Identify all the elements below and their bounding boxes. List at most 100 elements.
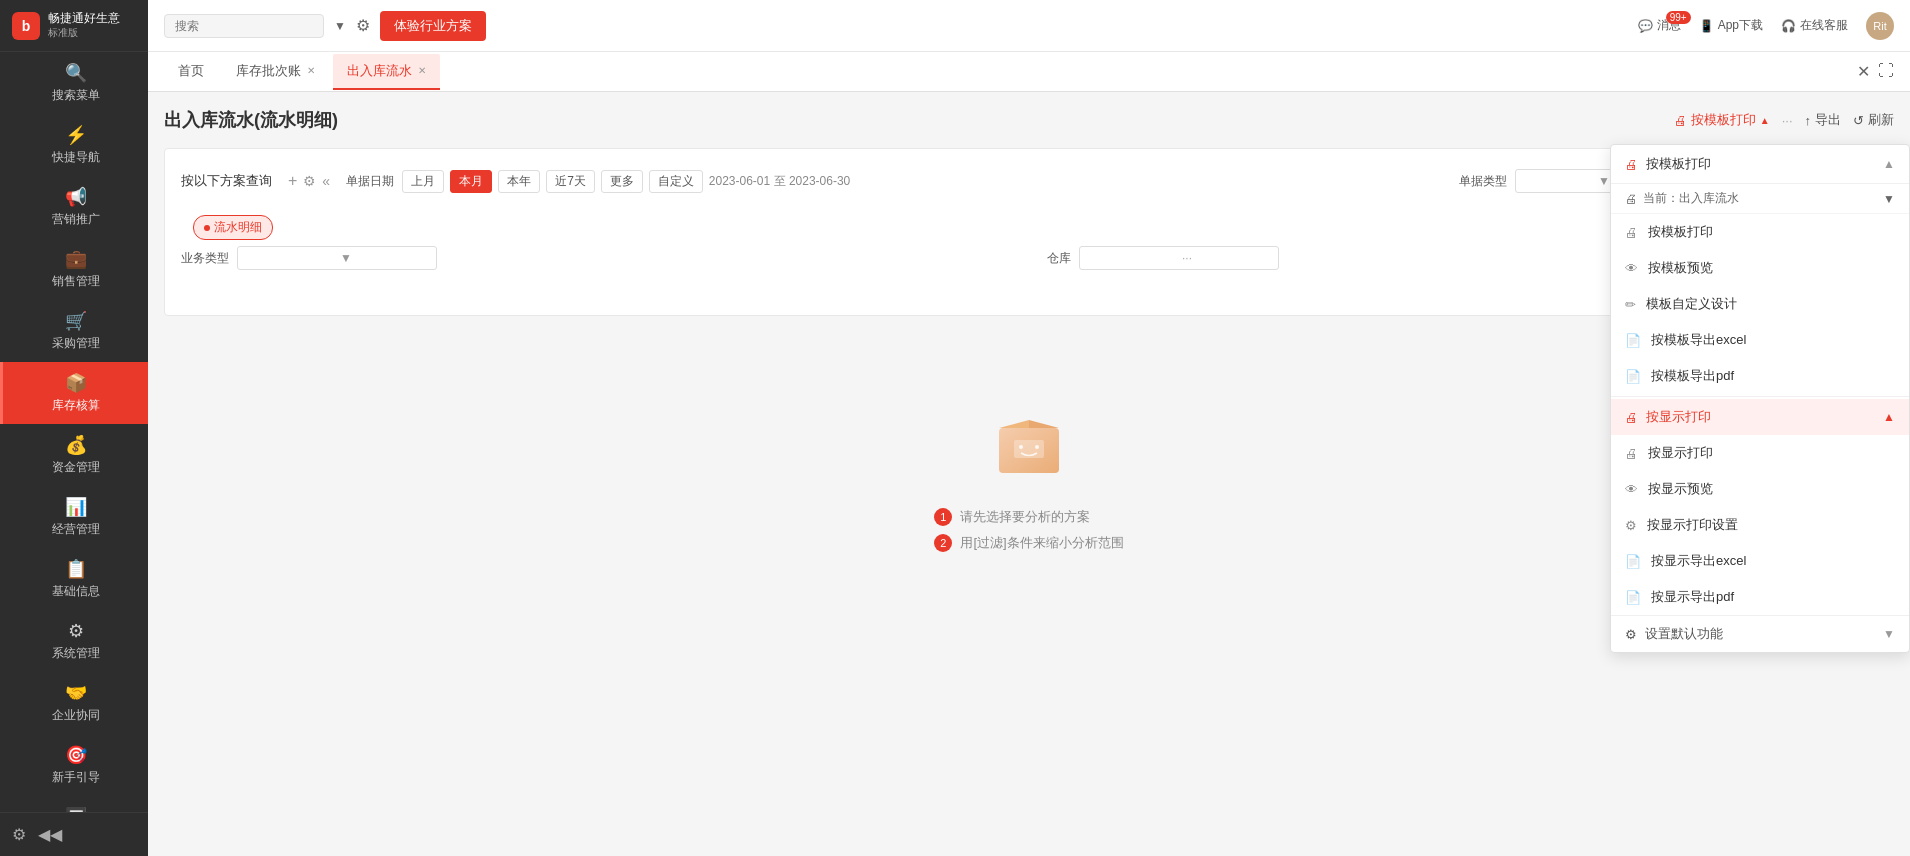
sidebar-item-basics[interactable]: 📋 基础信息 [0,548,148,610]
dp-section2-header[interactable]: 🖨 按显示打印 ▲ [1611,399,1909,435]
dp-excel-icon: 📄 [1625,333,1641,348]
sidebar-item-search[interactable]: 🔍 搜索菜单 [0,52,148,114]
dp-header: 🖨 按模板打印 ▲ [1611,145,1909,184]
dp-item-label: 按显示导出excel [1651,552,1746,570]
empty-tips: 1 请先选择要分析的方案 2 用[过滤]条件来缩小分析范围 [934,508,1123,552]
tab-flow[interactable]: 出入库流水 ✕ [333,54,440,90]
dp-item-template-print[interactable]: 🖨 按模板打印 [1611,214,1909,250]
date-btn-7days[interactable]: 近7天 [546,170,595,193]
dp-item-label: 按模板打印 [1648,223,1713,241]
dp-printer2-icon: 🖨 [1625,225,1638,240]
sidebar-item-finance[interactable]: 💰 资金管理 [0,424,148,486]
filter-add-icon[interactable]: + [288,172,297,190]
filter-chip-flow[interactable]: 流水明细 [193,215,273,240]
svg-marker-2 [1029,420,1059,428]
sidebar-item-operations[interactable]: 📊 经营管理 [0,486,148,548]
sidebar-item-collab[interactable]: 🤝 企业协同 [0,672,148,734]
messages-badge: 99+ [1666,11,1691,24]
user-avatar[interactable]: Rit [1866,12,1894,40]
messages-button[interactable]: 💬 消息 99+ [1638,17,1681,34]
dp-item-template-custom[interactable]: ✏ 模板自定义设计 [1611,286,1909,322]
dp-item-display-excel[interactable]: 📄 按显示导出excel [1611,543,1909,579]
date-btn-custom[interactable]: 自定义 [649,170,703,193]
dp-item-template-preview[interactable]: 👁 按模板预览 [1611,250,1909,286]
actions-more-icon[interactable]: ··· [1782,113,1793,128]
sidebar-item-purchase[interactable]: 🛒 采购管理 [0,300,148,362]
date-btn-last-month[interactable]: 上月 [402,170,444,193]
tabbar: 首页 库存批次账 ✕ 出入库流水 ✕ ✕ ⛶ [148,52,1910,92]
tab-close-all-icon[interactable]: ✕ [1857,62,1870,81]
dp-header-arrow-icon[interactable]: ▲ [1883,157,1895,171]
sidebar-item-sales[interactable]: 💼 销售管理 [0,238,148,300]
dp-item-display-print[interactable]: 🖨 按显示打印 [1611,435,1909,471]
dp-item-template-excel[interactable]: 📄 按模板导出excel [1611,322,1909,358]
dp-item-label: 按显示打印设置 [1647,516,1738,534]
dp-section-toggle-icon[interactable]: ▲ [1883,410,1895,424]
app-download-button[interactable]: 📱 App下载 [1699,17,1763,34]
dp-settings-icon: ⚙ [1625,518,1637,533]
filter-collapse-icon[interactable]: « [322,173,330,189]
box-icon: 📦 [65,372,87,394]
sidebar-item-marketing[interactable]: 📢 营销推广 [0,176,148,238]
dp-item-label: 模板自定义设计 [1646,295,1737,313]
warehouse-more-icon[interactable]: ··· [1182,251,1268,265]
dp-printer-icon: 🖨 [1625,157,1638,172]
app-version: 标准版 [48,26,120,40]
dp-item-display-settings[interactable]: ⚙ 按显示打印设置 [1611,507,1909,543]
footer-collapse-icon[interactable]: ◀◀ [38,825,62,844]
dp-printer3-icon: 🖨 [1625,410,1638,425]
tab-flow-close-icon[interactable]: ✕ [418,65,426,76]
warehouse-dropdown[interactable]: ··· [1079,246,1279,270]
tab-expand-icon[interactable]: ⛶ [1878,62,1894,81]
dropdown-arrow-icon[interactable]: ▼ [334,19,346,33]
sidebar-logo: b 畅捷通好生意 标准版 [0,0,148,52]
biztype-dropdown-arrow-icon: ▼ [340,251,426,265]
footer-settings-icon[interactable]: ⚙ [12,825,26,844]
tab-batch-close-icon[interactable]: ✕ [307,65,315,76]
warehouse-field-label: 仓库 [1047,250,1071,267]
refresh-button[interactable]: ↺ 刷新 [1853,111,1894,129]
dp-item-template-pdf[interactable]: 📄 按模板导出pdf [1611,358,1909,394]
dp-current-arrow-icon[interactable]: ▼ [1883,192,1895,206]
empty-illustration [979,388,1079,488]
handshake-icon: 🤝 [65,682,87,704]
tab-home[interactable]: 首页 [164,54,218,90]
dp-footer[interactable]: ⚙ 设置默认功能 ▼ [1611,615,1909,652]
trial-button[interactable]: 体验行业方案 [380,11,486,41]
topbar-settings-icon[interactable]: ⚙ [356,16,370,35]
online-service-label: 在线客服 [1800,17,1848,34]
online-service-button[interactable]: 🎧 在线客服 [1781,17,1848,34]
sidebar-item-inventory[interactable]: 📦 库存核算 [0,362,148,424]
phone-icon: 📱 [1699,19,1714,33]
sidebar-item-label: 企业协同 [52,707,100,724]
date-group: 上月 本月 本年 近7天 更多 自定义 2023-06-01 至 2023-06… [402,170,850,193]
dp-item-display-pdf[interactable]: 📄 按显示导出pdf [1611,579,1909,615]
export-label: 导出 [1815,111,1841,129]
chip-dot [204,225,210,231]
sidebar-item-shortcut[interactable]: ⚡ 快捷导航 [0,114,148,176]
tab-batch[interactable]: 库存批次账 ✕ [222,54,329,90]
dp-edit-icon: ✏ [1625,297,1636,312]
date-btn-this-year[interactable]: 本年 [498,170,540,193]
date-btn-more[interactable]: 更多 [601,170,643,193]
date-btn-this-month[interactable]: 本月 [450,170,492,193]
sidebar-item-apps[interactable]: 🔲 应用中心 [0,796,148,812]
dp-current: 🖨 当前：出入库流水 ▼ [1611,184,1909,214]
sidebar-item-system[interactable]: ⚙ 系统管理 [0,610,148,672]
sidebar-item-label: 搜索菜单 [52,87,100,104]
biztype-dropdown[interactable]: ▼ [237,246,437,270]
tab-flow-label: 出入库流水 [347,62,412,80]
sidebar-item-label: 系统管理 [52,645,100,662]
filter-settings-icon[interactable]: ⚙ [303,173,316,189]
sidebar-nav: 🔍 搜索菜单 ⚡ 快捷导航 📢 营销推广 💼 销售管理 🛒 采购管理 📦 库存核… [0,52,148,812]
export-button[interactable]: ↑ 导出 [1805,111,1842,129]
dp-item-display-preview[interactable]: 👁 按显示预览 [1611,471,1909,507]
template-print-button[interactable]: 🖨 按模板打印 ▲ [1674,111,1770,129]
sidebar-item-guide[interactable]: 🎯 新手引导 [0,734,148,796]
app-download-label: App下载 [1718,17,1763,34]
sidebar-item-label: 库存核算 [52,397,100,414]
search-input[interactable] [164,14,324,38]
sidebar-item-label: 快捷导航 [52,149,100,166]
dp-item-label: 按模板导出excel [1651,331,1746,349]
tab-home-label: 首页 [178,62,204,80]
